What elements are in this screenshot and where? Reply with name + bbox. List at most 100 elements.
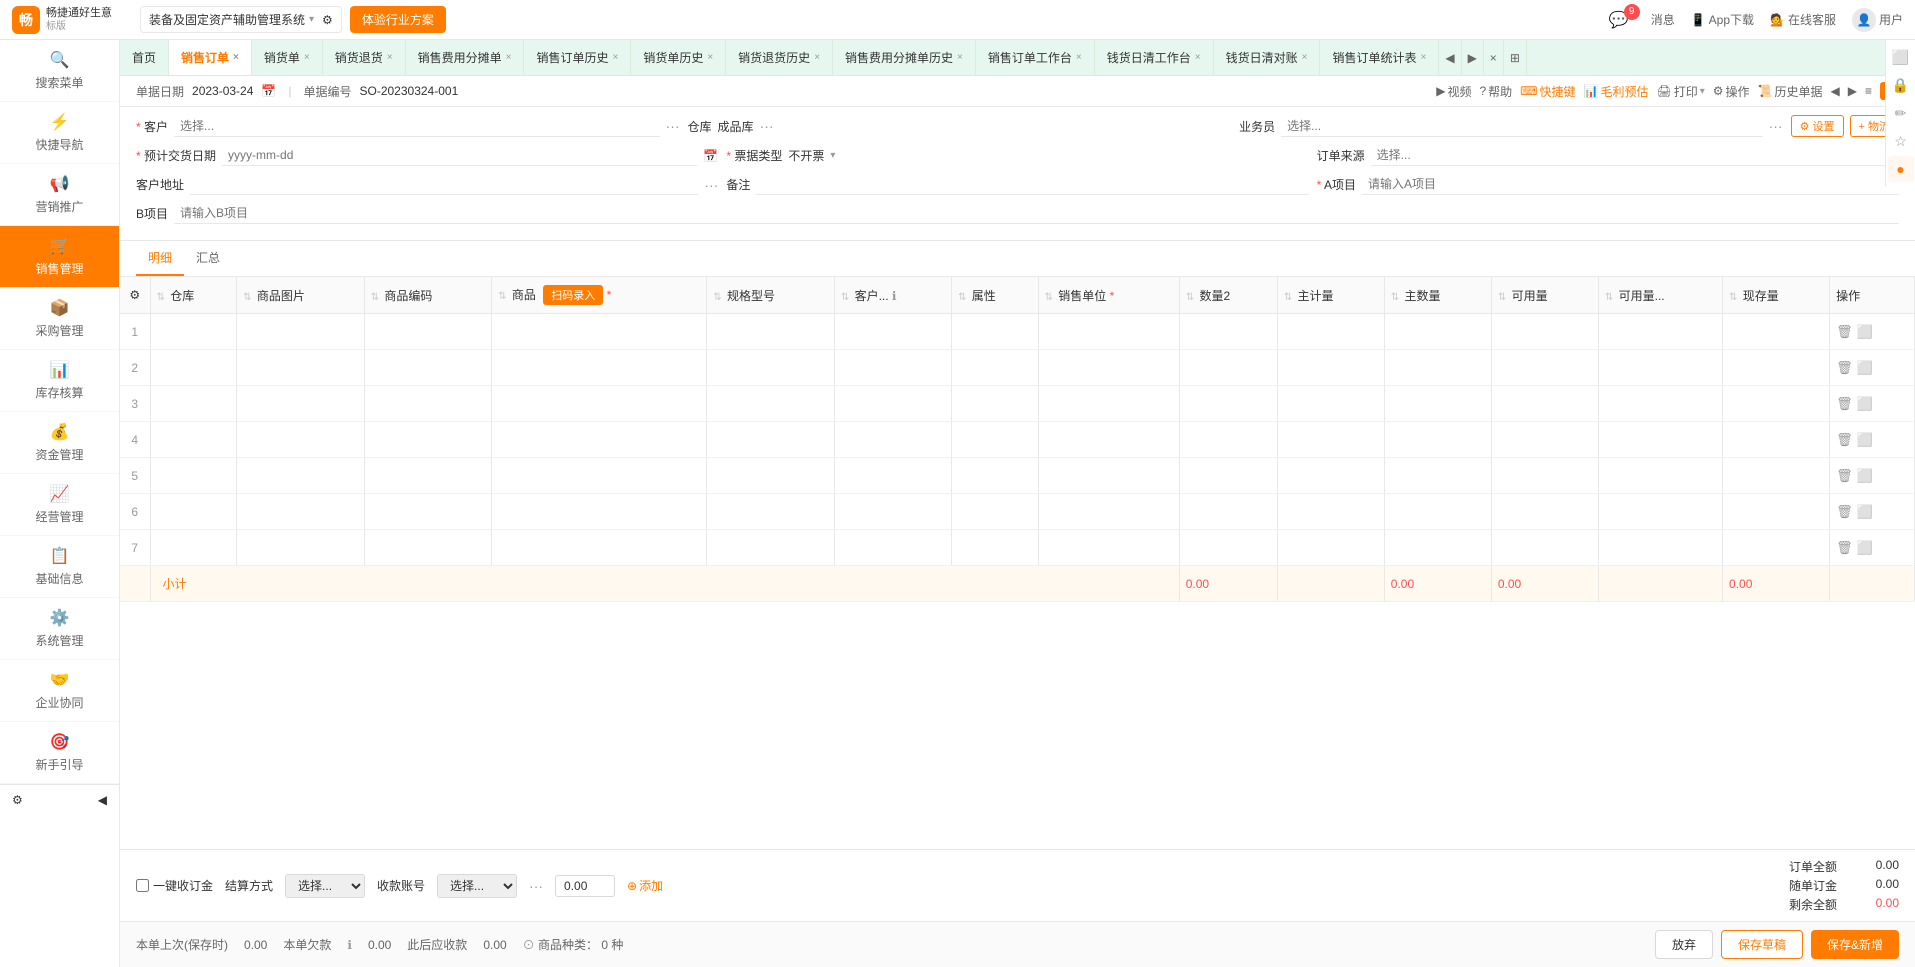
- row-3-delete-icon[interactable]: 🗑: [1836, 396, 1853, 412]
- help-button[interactable]: ? 帮助: [1479, 83, 1512, 100]
- tab-order-workbench[interactable]: 销售订单工作台 ×: [976, 40, 1095, 75]
- row-4-copy-icon[interactable]: ⬜: [1857, 432, 1873, 448]
- tab-order-history[interactable]: 销售订单历史 ×: [524, 40, 631, 75]
- delivery-date-input[interactable]: [222, 145, 697, 166]
- salesperson-input[interactable]: [1281, 116, 1763, 137]
- col-main-unit[interactable]: 主计量: [1277, 277, 1384, 314]
- profit-button[interactable]: 📊 毛利预估: [1584, 83, 1649, 100]
- row-2-sales-unit[interactable]: [1038, 350, 1179, 386]
- tab-close-sales-return[interactable]: ×: [304, 52, 310, 63]
- shortcut-button[interactable]: ⌨ 快捷键: [1520, 83, 1575, 100]
- tab-close-return-history[interactable]: ×: [707, 52, 713, 63]
- sidebar-item-operations[interactable]: 📈 经营管理: [0, 474, 119, 536]
- tab-order-summary[interactable]: 销售订单统计表 ×: [1320, 40, 1439, 75]
- right-icon-5[interactable]: ●: [1888, 156, 1914, 182]
- col-product-name[interactable]: 商品 扫码录入: [492, 277, 707, 314]
- row-1-main-unit[interactable]: [1277, 314, 1384, 350]
- tab-close-order-history[interactable]: ×: [612, 52, 618, 63]
- app-download-button[interactable]: 📱 App下载: [1691, 11, 1754, 28]
- row-7-copy-icon[interactable]: ⬜: [1857, 540, 1873, 556]
- message-button[interactable]: 💬 9 消息: [1609, 10, 1675, 30]
- order-source-input[interactable]: [1371, 145, 1888, 166]
- col-current-stock[interactable]: 现存量: [1723, 277, 1830, 314]
- row-3-warehouse[interactable]: [150, 386, 237, 422]
- delivery-date-calendar-icon[interactable]: 📅: [703, 149, 718, 163]
- row-2-customer-code[interactable]: [834, 350, 951, 386]
- row-5-delete-icon[interactable]: 🗑: [1836, 468, 1853, 484]
- tab-return-history[interactable]: 销货单历史 ×: [631, 40, 726, 75]
- customer-expand-icon[interactable]: ···: [666, 118, 680, 134]
- row-1-product-code[interactable]: [364, 314, 492, 350]
- tab-cash-workbench[interactable]: 钱货日清工作台 ×: [1095, 40, 1214, 75]
- row-1-current-stock[interactable]: [1723, 314, 1830, 350]
- tab-expense-split[interactable]: 销售费用分摊单 ×: [406, 40, 525, 75]
- tab-home[interactable]: 首页: [120, 40, 169, 75]
- col-available-more[interactable]: 可用量...: [1598, 277, 1722, 314]
- row-2-available-more[interactable]: [1598, 350, 1722, 386]
- system-selector[interactable]: 装备及固定资产辅助管理系统 ▾ ⚙: [140, 6, 342, 33]
- row-1-available-qty[interactable]: [1491, 314, 1598, 350]
- row-1-product-image[interactable]: [237, 314, 365, 350]
- sidebar-item-enterprise[interactable]: 🤝 企业协同: [0, 660, 119, 722]
- sidebar-item-quick-nav[interactable]: ⚡ 快捷导航: [0, 102, 119, 164]
- tab-returns-history[interactable]: 销货退货历史 ×: [726, 40, 833, 75]
- col-product-code[interactable]: 商品编码: [364, 277, 492, 314]
- tab-next-button[interactable]: ▶: [1462, 40, 1484, 75]
- tab-close-returns-history[interactable]: ×: [814, 52, 820, 63]
- amount-input[interactable]: [555, 875, 615, 897]
- save-draft-button[interactable]: 保存草稿: [1721, 930, 1803, 959]
- row-3-copy-icon[interactable]: ⬜: [1857, 396, 1873, 412]
- prev-record-button[interactable]: ◀: [1831, 84, 1840, 98]
- product-count-icon[interactable]: ⊙: [523, 938, 535, 952]
- row-2-product-code[interactable]: [364, 350, 492, 386]
- col-spec[interactable]: 规格型号: [707, 277, 835, 314]
- discard-button[interactable]: 放弃: [1655, 930, 1713, 959]
- row-2-main-unit[interactable]: [1277, 350, 1384, 386]
- this-order-info-icon[interactable]: ℹ: [347, 938, 352, 952]
- info-icon[interactable]: ℹ: [892, 289, 897, 303]
- row-1-available-more[interactable]: [1598, 314, 1722, 350]
- sidebar-item-marketing[interactable]: 📢 营销推广: [0, 164, 119, 226]
- note-input[interactable]: [756, 174, 1308, 195]
- tab-sales-order[interactable]: 销售订单 ×: [169, 40, 252, 75]
- warehouse-expand-icon[interactable]: ···: [760, 118, 774, 134]
- tab-close-cash-workbench[interactable]: ×: [1195, 52, 1201, 63]
- scan-input-button[interactable]: 扫码录入: [543, 285, 603, 305]
- sidebar-settings-icon[interactable]: ⚙: [12, 793, 23, 807]
- row-5-copy-icon[interactable]: ⬜: [1857, 468, 1873, 484]
- row-1-customer-code[interactable]: [834, 314, 951, 350]
- row-2-delete-icon[interactable]: 🗑: [1836, 360, 1853, 376]
- sidebar-item-guide[interactable]: 🎯 新手引导: [0, 722, 119, 784]
- tab-cash-reconcile[interactable]: 钱货日清对账 ×: [1214, 40, 1321, 75]
- sidebar-item-search-menu[interactable]: 🔍 搜索菜单: [0, 40, 119, 102]
- online-service-button[interactable]: 💁 在线客服: [1770, 11, 1836, 28]
- tab-close-sales-returns[interactable]: ×: [387, 52, 393, 63]
- col-settings-icon[interactable]: ⚙: [129, 288, 140, 302]
- row-1-copy-icon[interactable]: ⬜: [1857, 324, 1873, 340]
- row-2-available-qty[interactable]: [1491, 350, 1598, 386]
- col-product-image[interactable]: 商品图片: [237, 277, 365, 314]
- row-2-product-image[interactable]: [237, 350, 365, 386]
- payment-method-select[interactable]: 选择...: [285, 874, 365, 898]
- right-icon-4[interactable]: ☆: [1888, 128, 1914, 154]
- user-button[interactable]: 👤 用户: [1852, 8, 1903, 32]
- b-project-input[interactable]: [174, 203, 1899, 224]
- col-quantity2[interactable]: 数量2: [1179, 277, 1277, 314]
- sidebar-item-inventory[interactable]: 📊 库存核算: [0, 350, 119, 412]
- add-payment-button[interactable]: ⊕ 添加: [627, 877, 663, 894]
- tab-sales-return[interactable]: 销货单 ×: [252, 40, 323, 75]
- ticket-type-chevron-icon[interactable]: ▾: [830, 150, 835, 161]
- tab-close-expense-split[interactable]: ×: [506, 52, 512, 63]
- tab-prev-button[interactable]: ◀: [1439, 40, 1461, 75]
- row-2-qty2[interactable]: [1179, 350, 1277, 386]
- sidebar-item-basic-info[interactable]: 📋 基础信息: [0, 536, 119, 598]
- sidebar-item-sales[interactable]: 🛒 销售管理: [0, 226, 119, 288]
- tab-close-all-button[interactable]: ×: [1484, 40, 1504, 75]
- row-1-spec[interactable]: [707, 314, 835, 350]
- row-2-current-stock[interactable]: [1723, 350, 1830, 386]
- account-select[interactable]: 选择...: [437, 874, 517, 898]
- row-1-main-qty[interactable]: [1384, 314, 1491, 350]
- col-main-qty[interactable]: 主数量: [1384, 277, 1491, 314]
- row-1-delete-icon[interactable]: 🗑: [1836, 324, 1853, 340]
- sidebar-item-system[interactable]: ⚙️ 系统管理: [0, 598, 119, 660]
